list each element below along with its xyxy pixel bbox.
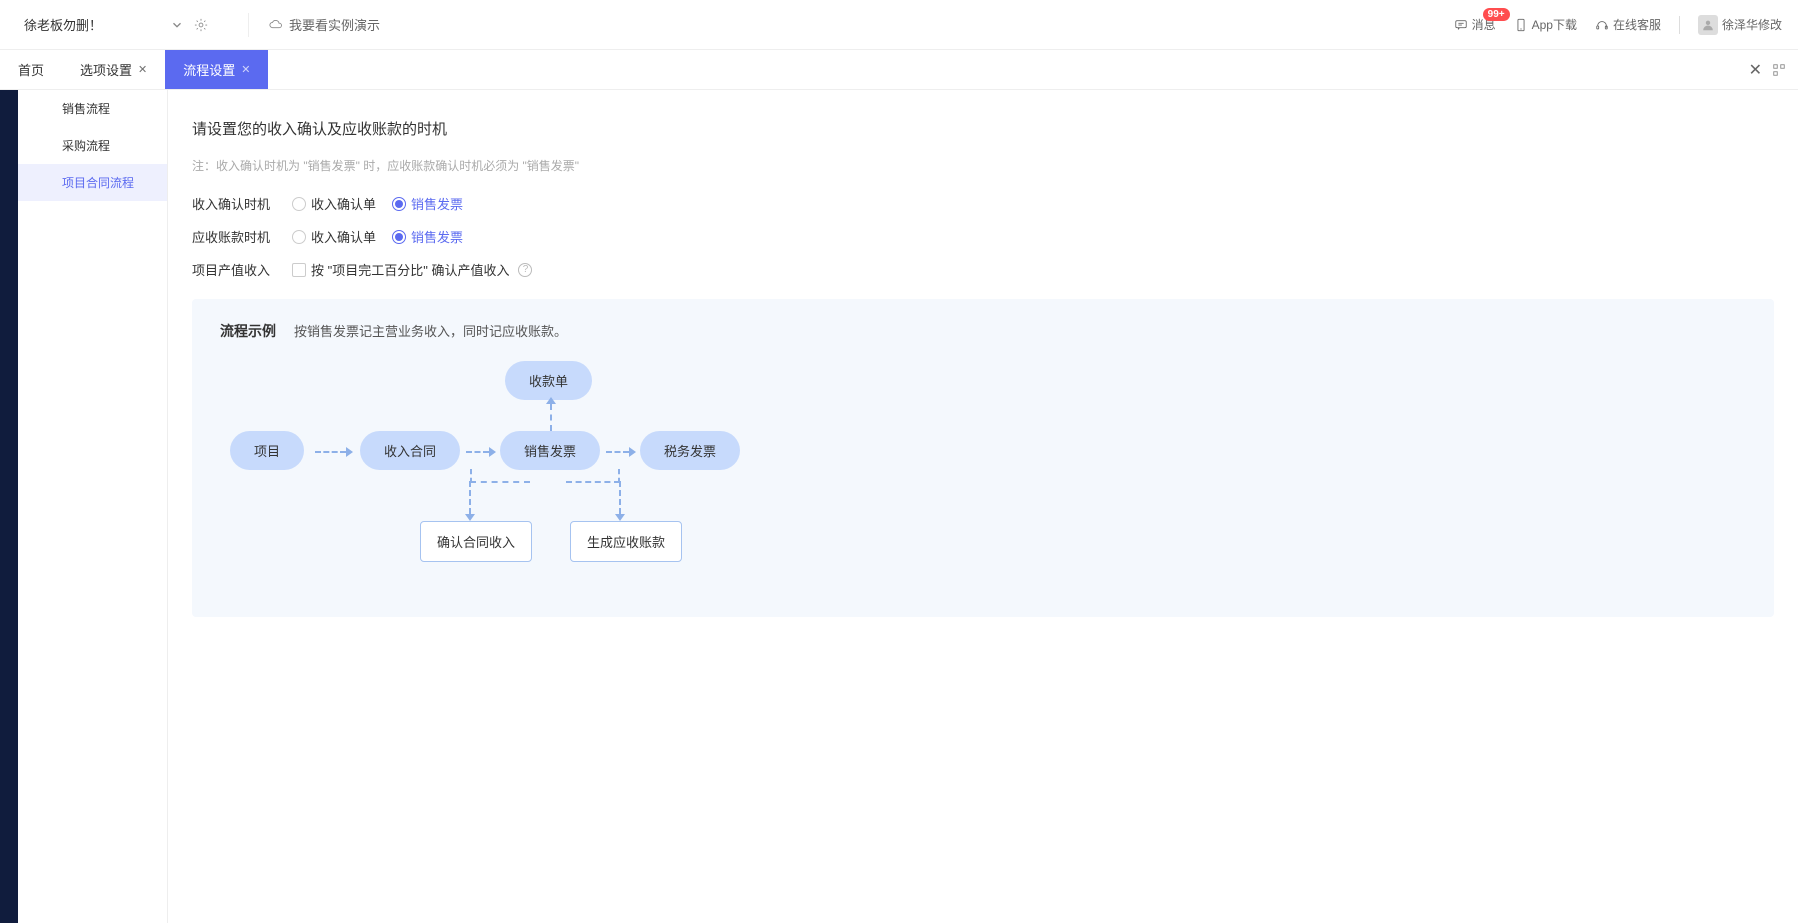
example-header: 流程示例 按销售发票记主营业务收入，同时记应收账款。 [220,321,1746,341]
gear-icon[interactable] [194,18,208,32]
avatar [1698,15,1718,35]
flow-example-box: 流程示例 按销售发票记主营业务收入，同时记应收账款。 收款单 项目 收入合同 销… [192,299,1774,617]
radio-income-confirm[interactable]: 收入确认单 [292,227,376,246]
radio-sales-invoice[interactable]: 销售发票 [392,194,463,213]
sidenav-sales[interactable]: 销售流程 [18,90,167,127]
help-icon[interactable]: ? [518,263,532,277]
radio-label: 收入确认单 [311,227,376,246]
user-menu[interactable]: 徐泽华修改 [1698,15,1782,35]
tab-process[interactable]: 流程设置 ✕ [165,50,268,89]
sidenav-purchase[interactable]: 采购流程 [18,127,167,164]
flow-node-receipt: 收款单 [505,361,592,400]
radio-group: 收入确认单 销售发票 [292,227,463,246]
top-bar: 徐老板勿删！ 我要看实例演示 消息 99+ App下载 在线客服 徐泽华 [0,0,1798,50]
sidenav-project[interactable]: 项目合同流程 [18,164,167,201]
more-icon[interactable] [1772,63,1786,77]
page-title: 请设置您的收入确认及应收账款的时机 [192,118,1774,139]
arrow-elbow-icon [566,469,620,483]
tab-options[interactable]: 选项设置 ✕ [62,50,165,89]
flow-node-income-contract: 收入合同 [360,431,460,470]
top-bar-left: 徐老板勿删！ 我要看实例演示 [16,11,380,38]
arrow-icon [546,397,556,431]
example-desc: 按销售发票记主营业务收入，同时记应收账款。 [294,321,567,340]
headset-icon [1595,18,1609,32]
left-rail[interactable] [0,90,18,923]
flow-node-project: 项目 [230,431,304,470]
demo-link-text: 我要看实例演示 [289,15,380,34]
arrow-icon [315,447,353,457]
divider [1679,16,1680,34]
side-nav: 销售流程 采购流程 项目合同流程 [18,90,168,923]
close-all-icon[interactable]: ✕ [1749,60,1762,80]
company-select-icons [170,18,208,32]
checkbox-label: 按 "项目完工百分比" 确认产值收入 [311,260,509,279]
messages-badge: 99+ [1483,8,1510,21]
chevron-down-icon[interactable] [170,18,184,32]
checkbox-option[interactable]: 按 "项目完工百分比" 确认产值收入 ? [292,260,532,279]
company-selector[interactable]: 徐老板勿删！ [16,11,216,38]
tabs-right-actions: ✕ [1749,60,1798,80]
income-timing-row: 收入确认时机 收入确认单 销售发票 [192,194,1774,213]
arrow-icon [606,447,636,457]
chat-icon [1454,18,1468,32]
project-value-row: 项目产值收入 按 "项目完工百分比" 确认产值收入 ? [192,260,1774,279]
radio-group: 收入确认单 销售发票 [292,194,463,213]
flow-diagram: 收款单 项目 收入合同 销售发票 税务发票 确认合同收入 生成应收账款 [220,361,1746,581]
arrow-icon [465,481,475,521]
radio-income-confirm[interactable]: 收入确认单 [292,194,376,213]
app-download-link[interactable]: App下载 [1514,16,1577,33]
radio-icon [292,197,306,211]
phone-icon [1514,18,1528,32]
close-icon[interactable]: ✕ [241,63,250,76]
radio-label: 收入确认单 [311,194,376,213]
flow-node-confirm-income: 确认合同收入 [420,521,532,562]
app-download-label: App下载 [1532,16,1577,33]
tab-label: 选项设置 [80,60,132,79]
top-bar-right: 消息 99+ App下载 在线客服 徐泽华修改 [1454,15,1782,35]
cloud-icon [269,18,283,32]
demo-link[interactable]: 我要看实例演示 [248,13,380,37]
radio-sales-invoice[interactable]: 销售发票 [392,227,463,246]
arrow-icon [466,447,496,457]
radio-icon [392,230,406,244]
flow-node-gen-receivable: 生成应收账款 [570,521,682,562]
arrow-elbow-icon [470,469,530,483]
checkbox-group: 按 "项目完工百分比" 确认产值收入 ? [292,260,532,279]
field-label: 应收账款时机 [192,227,292,246]
example-title: 流程示例 [220,321,276,341]
radio-label: 销售发票 [411,194,463,213]
receivable-timing-row: 应收账款时机 收入确认单 销售发票 [192,227,1774,246]
tabs-bar: 首页 选项设置 ✕ 流程设置 ✕ ✕ [0,50,1798,90]
customer-service-link[interactable]: 在线客服 [1595,16,1661,33]
checkbox-icon [292,263,306,277]
customer-service-label: 在线客服 [1613,16,1661,33]
tab-label: 流程设置 [183,60,235,79]
user-name: 徐泽华修改 [1722,16,1782,33]
flow-node-sales-invoice: 销售发票 [500,431,600,470]
field-label: 收入确认时机 [192,194,292,213]
messages-link[interactable]: 消息 99+ [1454,16,1496,33]
main-area: 销售流程 采购流程 项目合同流程 请设置您的收入确认及应收账款的时机 注：收入确… [0,90,1798,923]
field-label: 项目产值收入 [192,260,292,279]
radio-icon [292,230,306,244]
radio-icon [392,197,406,211]
page-note: 注：收入确认时机为 "销售发票" 时，应收账款确认时机必须为 "销售发票" [192,157,1774,174]
flow-node-tax-invoice: 税务发票 [640,431,740,470]
radio-label: 销售发票 [411,227,463,246]
company-name: 徐老板勿删！ [24,15,102,34]
tab-label: 首页 [18,60,44,79]
tab-home[interactable]: 首页 [0,50,62,89]
close-icon[interactable]: ✕ [138,63,147,76]
arrow-icon [615,481,625,521]
content: 请设置您的收入确认及应收账款的时机 注：收入确认时机为 "销售发票" 时，应收账… [168,90,1798,923]
